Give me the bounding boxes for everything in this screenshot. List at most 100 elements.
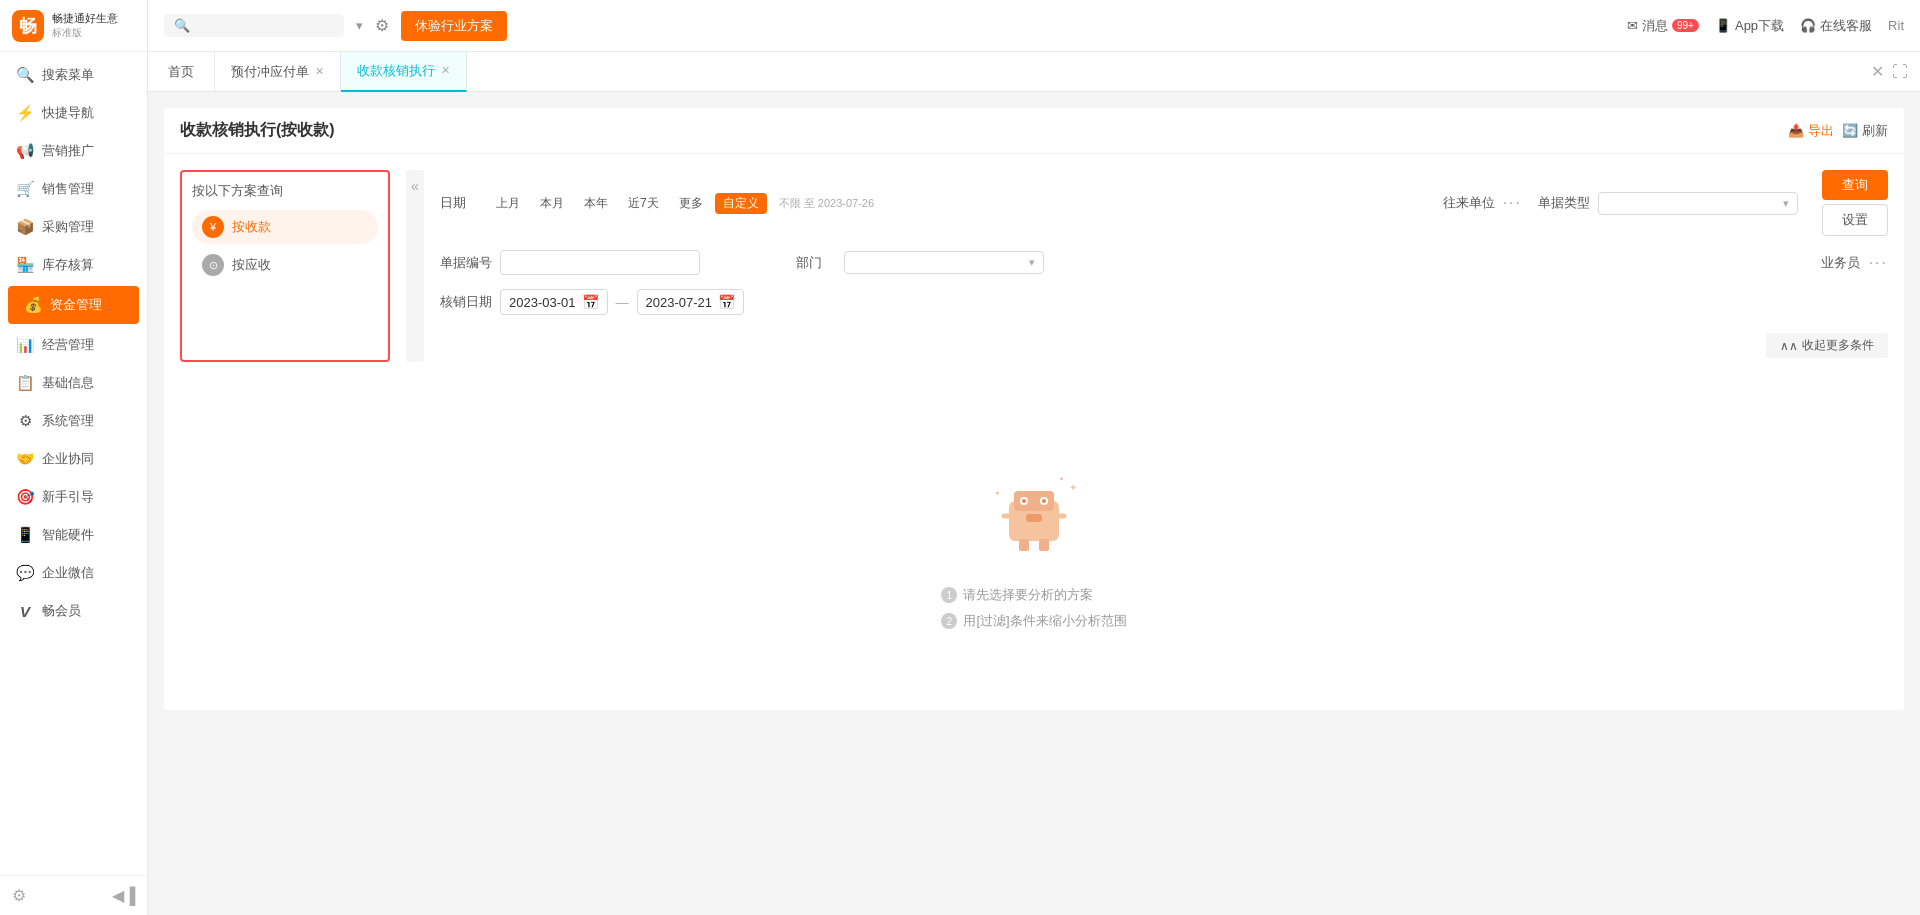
export-icon: 📤 [1788,123,1804,138]
online-service-label: 在线客服 [1820,17,1872,35]
inventory-icon: 🏪 [16,256,34,274]
header-gear-icon[interactable]: ⚙ [375,16,389,35]
collapse-sidebar-icon[interactable]: ◀▐ [112,886,135,905]
sidebar-item-guide[interactable]: 🎯 新手引导 [0,478,147,516]
top-header: 🔍 ▾ ⚙ 休验行业方案 ✉ 消息 99+ 📱 App下载 🎧 在线客服 Rit [148,0,1920,52]
department-label: 部门 [796,254,836,272]
sidebar-item-marketing[interactable]: 📢 营销推广 [0,132,147,170]
filter-row-3: 核销日期 2023-03-01 📅 — 2023-07-21 📅 [440,289,1888,315]
tab-close-all-icon[interactable]: ✕ [1871,62,1884,81]
counterparty-dots[interactable]: ··· [1503,194,1522,212]
sidebar-label-purchase: 采购管理 [42,218,94,236]
empty-state: ✦ ✦ ✦ 1 请先选择要分析的方案 2 用[过滤]条件来缩小分析范围 [164,386,1904,710]
header-search-bar[interactable]: 🔍 [164,14,344,37]
enterprise-icon: 🤝 [16,450,34,468]
sidebar-item-basic-info[interactable]: 📋 基础信息 [0,364,147,402]
app-logo: 畅 畅捷通好生意 标准版 [0,0,147,52]
date-quick-buttons: 上月 本月 本年 近7天 更多 自定义 [488,193,767,214]
sidebar-label-quick-nav: 快捷导航 [42,104,94,122]
user-name[interactable]: Rit [1888,18,1904,33]
tip-text-2: 用[过滤]条件来缩小分析范围 [963,612,1126,630]
page-title-actions: 📤 导出 🔄 刷新 [1788,122,1888,140]
writeoff-date-start-input[interactable]: 2023-03-01 📅 [500,289,608,315]
collapse-more-label: 收起更多条件 [1802,337,1874,354]
sidebar-item-finance[interactable]: 💰 资金管理 [8,286,139,324]
sidebar-label-wechat: 企业微信 [42,564,94,582]
online-service-button[interactable]: 🎧 在线客服 [1800,17,1872,35]
page-content: 收款核销执行(按收款) 📤 导出 🔄 刷新 按以下方案查询 [148,92,1920,915]
sidebar-item-quick-nav[interactable]: ⚡ 快捷导航 [0,94,147,132]
by-receipt-icon: ¥ [202,216,224,238]
tab-receipt-writeoff[interactable]: 收款核销执行 ✕ [341,52,467,92]
salesperson-filter-group: 业务员 ··· [1821,254,1888,272]
bill-no-input[interactable] [500,250,700,275]
main-area: 🔍 ▾ ⚙ 休验行业方案 ✉ 消息 99+ 📱 App下载 🎧 在线客服 Rit [148,0,1920,915]
sidebar-item-system[interactable]: ⚙ 系统管理 [0,402,147,440]
date-range-separator: — [616,295,629,310]
app-download-label: App下载 [1735,17,1784,35]
filter-option-by-receivable[interactable]: ⊙ 按应收 [192,248,378,282]
by-receivable-icon: ⊙ [202,254,224,276]
tab-prepay-close-icon[interactable]: ✕ [315,65,324,78]
writeoff-date-range: 2023-03-01 📅 — 2023-07-21 📅 [500,289,744,315]
message-icon: ✉ [1627,18,1638,33]
page-title: 收款核销执行(按收款) [180,120,335,141]
filter-row-2: 单据编号 部门 ▾ 业务员 ··· [440,250,1888,275]
filter-panel: 按以下方案查询 ¥ 按收款 ⊙ 按应收 « [164,154,1904,378]
date-custom-btn[interactable]: 自定义 [715,193,767,214]
sidebar-item-search-menu[interactable]: 🔍 搜索菜单 [0,56,147,94]
export-button[interactable]: 📤 导出 [1788,122,1834,140]
sidebar-item-operation[interactable]: 📊 经营管理 [0,326,147,364]
department-select[interactable]: ▾ [844,251,1044,274]
refresh-button[interactable]: 🔄 刷新 [1842,122,1888,140]
date-more-btn[interactable]: 更多 [671,193,711,214]
bill-type-arrow-icon: ▾ [1783,197,1789,210]
tab-receipt-writeoff-close-icon[interactable]: ✕ [441,64,450,77]
bill-type-select[interactable]: ▾ [1598,192,1798,215]
query-button[interactable]: 查询 [1822,170,1888,200]
sidebar-nav: 🔍 搜索菜单 ⚡ 快捷导航 📢 营销推广 🛒 销售管理 📦 采购管理 🏪 库存核… [0,52,147,875]
sidebar-label-system: 系统管理 [42,412,94,430]
sidebar-item-hardware[interactable]: 📱 智能硬件 [0,516,147,554]
app-download-button[interactable]: 📱 App下载 [1715,17,1784,35]
date-7days-btn[interactable]: 近7天 [620,193,667,214]
date-this-month-btn[interactable]: 本月 [532,193,572,214]
guide-icon: 🎯 [16,488,34,506]
sidebar-item-inventory[interactable]: 🏪 库存核算 [0,246,147,284]
sidebar-item-sales[interactable]: 🛒 销售管理 [0,170,147,208]
sidebar-label-marketing: 营销推广 [42,142,94,160]
salesperson-dots[interactable]: ··· [1869,254,1888,272]
filter-option-by-receipt[interactable]: ¥ 按收款 [192,210,378,244]
app-name: 畅捷通好生意 [52,11,118,25]
writeoff-date-end-input[interactable]: 2023-07-21 📅 [637,289,745,315]
tab-expand-icon[interactable]: ⛶ [1892,63,1908,81]
sidebar-item-enterprise[interactable]: 🤝 企业协同 [0,440,147,478]
system-icon: ⚙ [16,412,34,430]
wechat-icon: 💬 [16,564,34,582]
message-label: 消息 [1642,17,1668,35]
header-chevron-icon[interactable]: ▾ [356,18,363,33]
date-no-limit-text: 不限 至 2023-07-26 [779,196,874,211]
date-filter-group: 日期 上月 本月 本年 近7天 更多 自定义 不限 至 2023-07-26 [440,193,874,214]
date-this-year-btn[interactable]: 本年 [576,193,616,214]
hardware-icon: 📱 [16,526,34,544]
search-menu-icon: 🔍 [16,66,34,84]
sidebar-item-purchase[interactable]: 📦 采购管理 [0,208,147,246]
industry-button[interactable]: 休验行业方案 [401,11,507,41]
svg-text:✦: ✦ [1069,482,1077,493]
sidebar-item-member[interactable]: V 畅会员 [0,592,147,630]
tab-home[interactable]: 首页 [148,52,215,92]
empty-tip-1: 1 请先选择要分析的方案 [941,586,1126,604]
svg-text:✦: ✦ [994,489,1001,498]
collapse-filter-button[interactable]: « [406,170,424,362]
collapse-more-button[interactable]: ∧∧ 收起更多条件 [1766,333,1888,358]
date-last-month-btn[interactable]: 上月 [488,193,528,214]
sidebar-item-wechat[interactable]: 💬 企业微信 [0,554,147,592]
sidebar-label-sales: 销售管理 [42,180,94,198]
settings-button[interactable]: 设置 [1822,204,1888,236]
message-button[interactable]: ✉ 消息 99+ [1627,17,1699,35]
tab-prepay[interactable]: 预付冲应付单 ✕ [215,52,341,92]
settings-icon[interactable]: ⚙ [12,886,26,905]
calendar-start-icon: 📅 [582,294,599,310]
tab-prepay-label: 预付冲应付单 [231,63,309,81]
